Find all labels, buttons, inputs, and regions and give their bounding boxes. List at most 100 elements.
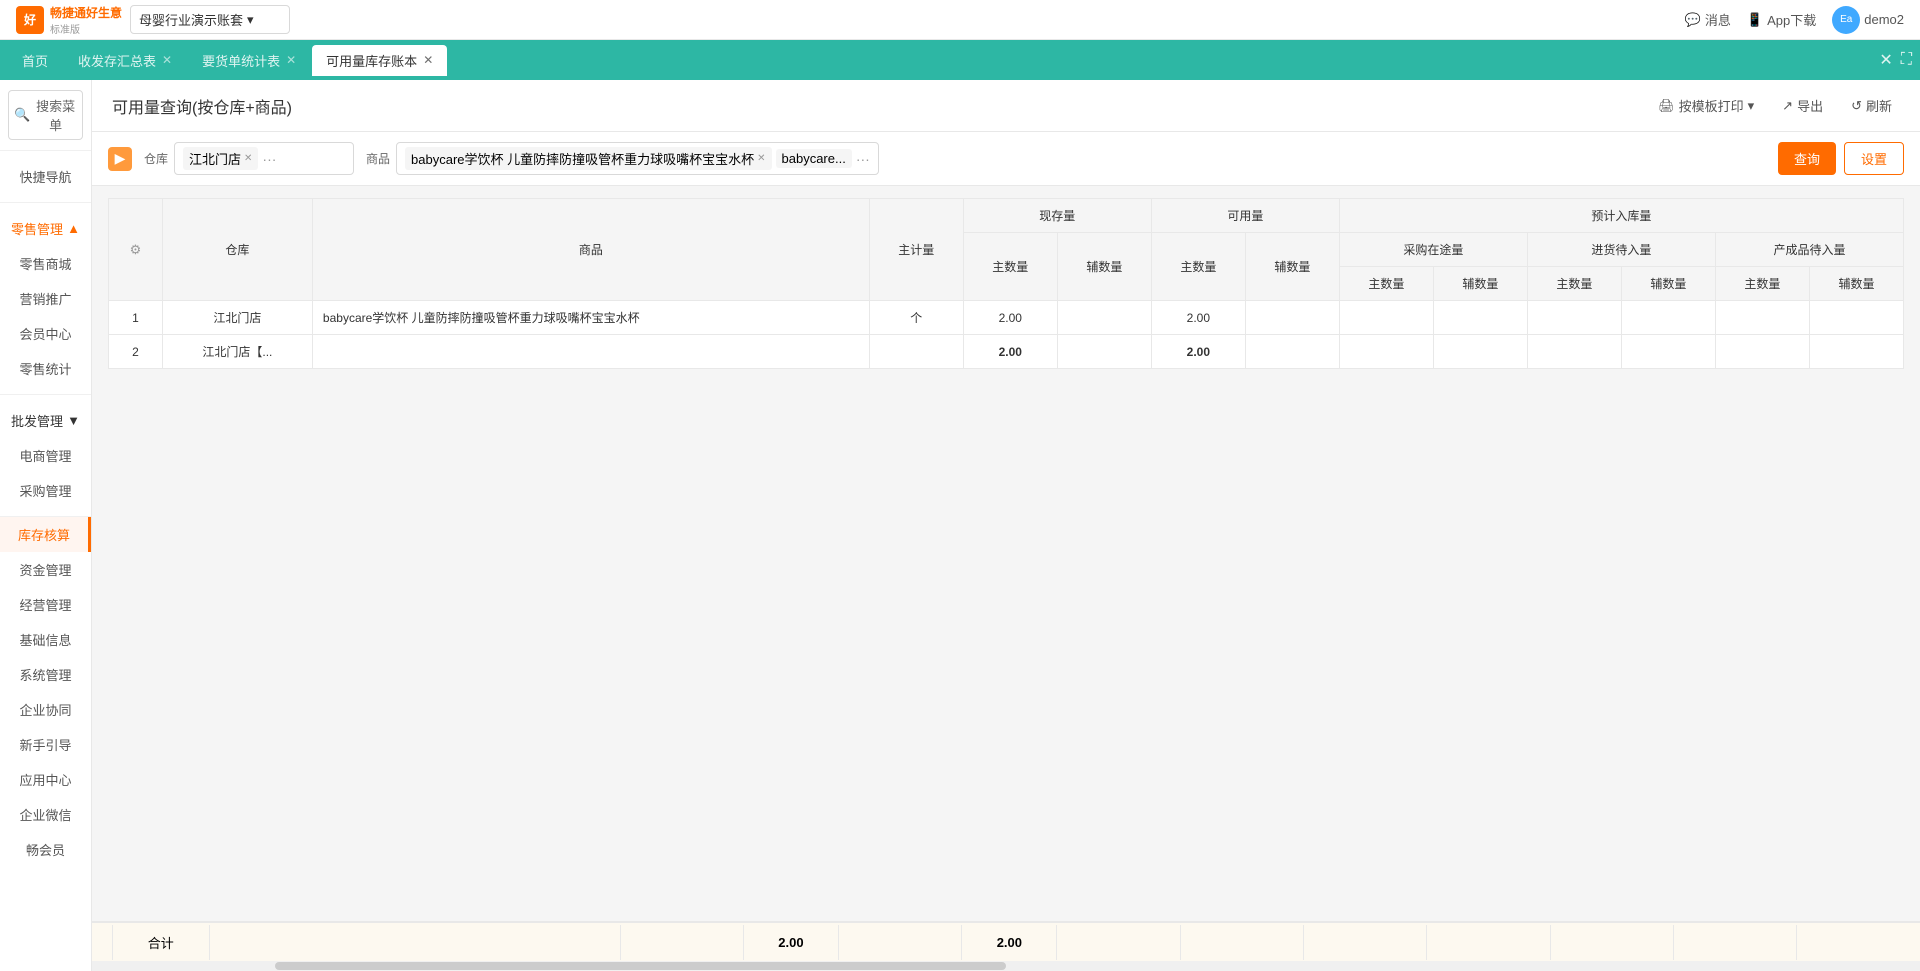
th-settings[interactable]: ⚙ [109,199,163,301]
th-purchase-aux: 辅数量 [1433,267,1527,301]
th-planned-group: 预计入库量 [1339,199,1903,233]
row2-unit [869,335,963,369]
warehouse-tag: 江北门店 ✕ [183,147,258,170]
th-product: 商品 [312,199,869,301]
row1-stock-aux [1057,301,1151,335]
horizontal-scrollbar[interactable] [92,961,1920,971]
settings-icon[interactable]: ⚙ [130,242,142,257]
th-purchase-main: 主数量 [1339,267,1433,301]
refresh-icon: ↺ [1851,98,1862,114]
chevron-up-icon: ▲ [67,221,80,236]
table-row: 1 江北门店 babycare学饮杯 儿童防摔防撞吸管杯重力球吸嘴杯宝宝水杯 个… [109,301,1904,335]
product-input[interactable]: babycare学饮杯 儿童防摔防撞吸管杯重力球吸嘴杯宝宝水杯 ✕ babyca… [396,142,879,175]
row1-purchase-main [1339,301,1433,335]
sidebar-item-finance[interactable]: 资金管理 [0,552,91,587]
search-menu-button[interactable]: 🔍 搜索菜单 [8,90,83,140]
footer-stock-main: 2.00 [743,925,838,960]
sidebar-item-retail-shop[interactable]: 零售商城 [0,246,91,281]
sidebar-item-retail-stats[interactable]: 零售统计 [0,351,91,386]
th-stock-aux: 辅数量 [1057,233,1151,301]
refresh-button[interactable]: ↺ 刷新 [1843,92,1900,119]
row1-purchase-aux [1433,301,1527,335]
sidebar-item-member[interactable]: 会员中心 [0,316,91,351]
warehouse-tag-close[interactable]: ✕ [244,153,252,164]
tab-orders[interactable]: 要货单统计表 ✕ [188,45,310,76]
product-more-icon[interactable]: ··· [856,151,870,167]
product-tag-2: babycare... [776,149,852,168]
search-icon: 🔍 [14,107,30,123]
th-incoming-main: 主数量 [1527,267,1621,301]
user-profile[interactable]: Ea demo2 [1832,6,1904,34]
th-incoming-group: 进货待入量 [1527,233,1715,267]
industry-selector[interactable]: 母婴行业演示账套 ▾ [130,5,290,34]
sidebar-item-enterprise-wechat[interactable]: 企业微信 [0,797,91,832]
row1-warehouse: 江北门店 [162,301,312,335]
row1-incoming-main [1527,301,1621,335]
print-button[interactable]: 🖨 按模板打印 ▾ [1650,92,1762,119]
th-available-aux: 辅数量 [1245,233,1339,301]
logo-text: 畅捷通好生意 标准版 [50,4,122,36]
close-all-icon[interactable]: ✕ [1879,50,1892,70]
th-available-group: 可用量 [1151,199,1339,233]
row2-available-main: 2.00 [1151,335,1245,369]
tab-orders-close[interactable]: ✕ [286,53,296,67]
row1-production-aux [1809,301,1903,335]
sidebar-item-enterprise[interactable]: 企业协同 [0,692,91,727]
warehouse-filter: 仓库 江北门店 ✕ ··· [144,142,354,175]
row2-stock-main: 2.00 [963,335,1057,369]
print-icon: 🖨 [1658,98,1675,114]
sidebar-item-basic-info[interactable]: 基础信息 [0,622,91,657]
fullscreen-icon[interactable]: ⛶ [1901,51,1912,69]
page-header: 可用量查询(按仓库+商品) 🖨 按模板打印 ▾ ↗ 导出 ↺ 刷新 [92,80,1920,132]
chevron-down-icon: ▼ [67,413,80,428]
filter-action-buttons: 查询 设置 [1778,142,1904,175]
app-download-button[interactable]: 📱 App下载 [1747,10,1816,29]
export-button[interactable]: ↗ 导出 [1774,92,1831,119]
sidebar-item-system[interactable]: 系统管理 [0,657,91,692]
th-production-aux: 辅数量 [1809,267,1903,301]
logo-area: 好 畅捷通好生意 标准版 [16,4,122,36]
sidebar-item-member-plus[interactable]: 畅会员 [0,832,91,867]
query-button[interactable]: 查询 [1778,142,1836,175]
row2-production-main [1715,335,1809,369]
sidebar-item-quick-nav[interactable]: 快捷导航 [0,159,91,194]
sidebar-item-purchase[interactable]: 采购管理 [0,473,91,508]
sidebar-item-inventory-check[interactable]: 库存核算 [0,517,91,552]
product-filter: 商品 babycare学饮杯 儿童防摔防撞吸管杯重力球吸嘴杯宝宝水杯 ✕ bab… [366,142,879,175]
th-incoming-aux: 辅数量 [1621,267,1715,301]
row1-available-aux [1245,301,1339,335]
row2-index: 2 [109,335,163,369]
setting-button[interactable]: 设置 [1844,142,1904,175]
filter-toggle-button[interactable]: ▶ [108,147,132,171]
product-tag-1-close[interactable]: ✕ [757,153,765,164]
sidebar-item-ecommerce[interactable]: 电商管理 [0,438,91,473]
row1-unit: 个 [869,301,963,335]
message-button[interactable]: 💬 消息 [1685,10,1731,29]
row1-production-main [1715,301,1809,335]
sidebar-group-retail-title[interactable]: 零售管理 ▲ [0,211,91,246]
page-title: 可用量查询(按仓库+商品) [112,94,292,118]
top-bar: 好 畅捷通好生意 标准版 母婴行业演示账套 ▾ 💬 消息 📱 App下载 Ea … [0,0,1920,40]
warehouse-more-icon[interactable]: ··· [262,151,276,167]
product-tag-1: babycare学饮杯 儿童防摔防撞吸管杯重力球吸嘴杯宝宝水杯 ✕ [405,147,771,170]
sidebar-group-wholesale-title[interactable]: 批发管理 ▼ [0,403,91,438]
tab-home[interactable]: 首页 [8,45,62,76]
tab-inventory-close[interactable]: ✕ [423,53,433,67]
tab-receipts[interactable]: 收发存汇总表 ✕ [64,45,186,76]
product-label: 商品 [366,150,390,167]
export-icon: ↗ [1782,98,1793,114]
scrollbar-thumb[interactable] [275,962,1006,970]
footer-available-main: 2.00 [962,925,1057,960]
sidebar-item-operations[interactable]: 经营管理 [0,587,91,622]
sidebar-item-app-center[interactable]: 应用中心 [0,762,91,797]
sidebar-item-marketing[interactable]: 营销推广 [0,281,91,316]
top-bar-right: 💬 消息 📱 App下载 Ea demo2 [1685,6,1904,34]
row1-incoming-aux [1621,301,1715,335]
warehouse-input[interactable]: 江北门店 ✕ ··· [174,142,354,175]
tab-receipts-close[interactable]: ✕ [162,53,172,67]
row2-product [312,335,869,369]
footer-label: 合计 [113,925,210,960]
tab-inventory[interactable]: 可用量库存账本 ✕ [312,45,447,76]
data-table: ⚙ 仓库 商品 主计量 现存量 可用量 预计入库量 主数量 辅数量 主数量 辅数… [108,198,1904,369]
sidebar-item-new-guide[interactable]: 新手引导 [0,727,91,762]
